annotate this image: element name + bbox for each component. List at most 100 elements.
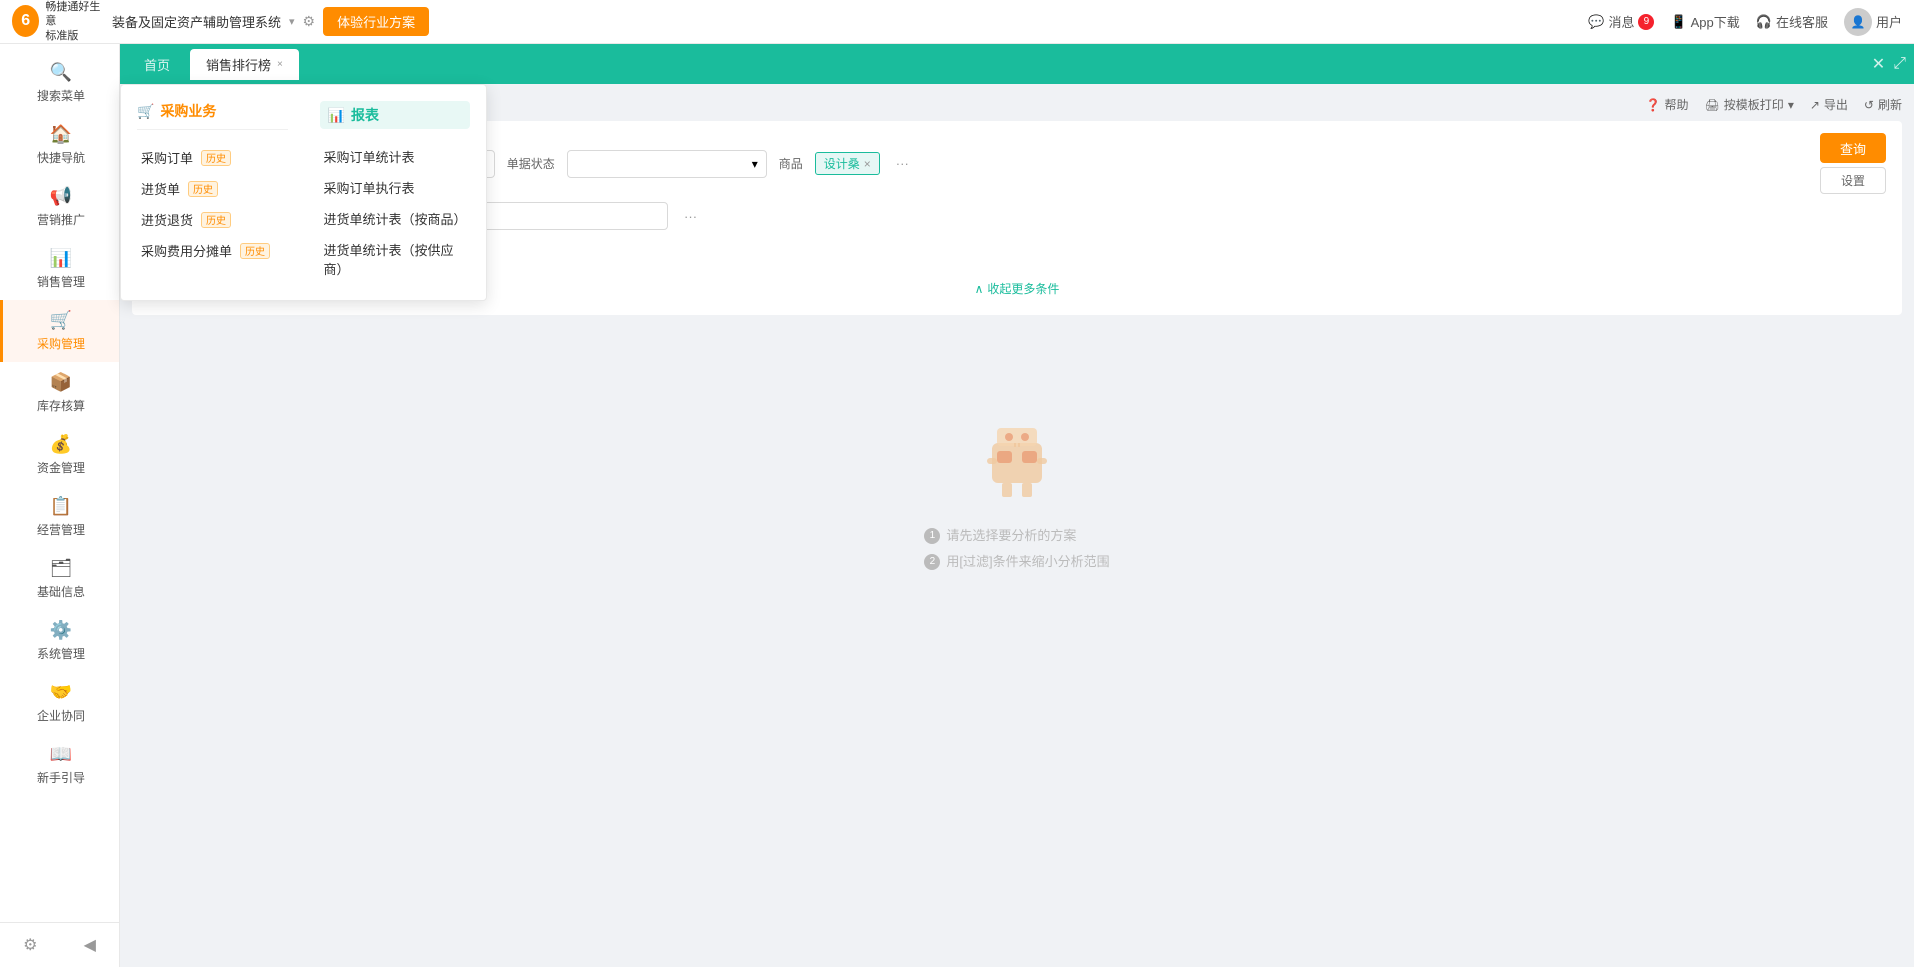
search-icon: 🔍 <box>50 62 72 83</box>
history-tag-0: 历史 <box>201 150 231 166</box>
tabbar: 首页 销售排行榜 × ✕ ⤢ <box>120 44 1914 84</box>
tab-sales-ranking[interactable]: 销售排行榜 × <box>190 49 299 80</box>
product-tag-close[interactable]: × <box>864 157 871 171</box>
message-icon: 💬 <box>1588 14 1604 30</box>
refresh-icon: ↺ <box>1864 98 1874 112</box>
menu-item-incoming[interactable]: 进货单 历史 <box>137 173 288 204</box>
menu-item-purchase-order[interactable]: 采购订单 历史 <box>137 142 288 173</box>
sidebar-bottom: ⚙ ◀ <box>0 922 119 967</box>
home-icon: 🏠 <box>50 124 72 145</box>
sales-icon: 📊 <box>50 248 72 269</box>
help-button[interactable]: ❓ 帮助 <box>1646 96 1689 113</box>
purchase-menu-section: 🛒 采购业务 采购订单 历史 进货单 历史 进货退货 历史 采购费用分摊单 历史 <box>137 101 288 284</box>
menu-item-incoming-by-supplier[interactable]: 进货单统计表（按供应商） <box>320 234 471 284</box>
sidebar-item-sales[interactable]: 📊 销售管理 <box>0 238 119 300</box>
report-menu-section: 📊 报表 采购订单统计表 采购订单执行表 进货单统计表（按商品） 进货单统计表（… <box>320 101 471 284</box>
step-num-1: 1 <box>924 528 940 544</box>
tabbar-actions: ✕ ⤢ <box>1872 54 1906 74</box>
query-actions: 查询 设置 <box>1820 133 1886 194</box>
system-dropdown-arrow[interactable]: ▾ <box>289 15 295 28</box>
menu-item-order-stats[interactable]: 采购订单统计表 <box>320 141 471 172</box>
logo-icon: 6 <box>12 5 39 37</box>
sidebar-item-basic[interactable]: 🗂 基础信息 <box>0 548 119 610</box>
export-button[interactable]: ↗ 导出 <box>1810 96 1848 113</box>
enterprise-icon: 🤝 <box>50 682 72 703</box>
topbar: 6 畅捷通好生意 标准版 装备及固定资产辅助管理系统 ▾ ⚙ 体验行业方案 💬 … <box>0 0 1914 44</box>
product-tag: 设计桑 × <box>815 152 880 175</box>
finance-icon: 💰 <box>50 434 72 455</box>
purchase-section-icon: 🛒 <box>137 103 154 120</box>
sidebar-item-enterprise[interactable]: 🤝 企业协同 <box>0 672 119 734</box>
online-service-button[interactable]: 🎧 在线客服 <box>1756 12 1828 31</box>
sidebar-item-finance[interactable]: 💰 资金管理 <box>0 424 119 486</box>
system-icon: ⚙️ <box>50 620 72 641</box>
system-gear-icon[interactable]: ⚙ <box>303 13 316 30</box>
menu-item-incoming-by-product[interactable]: 进货单统计表（按商品） <box>320 203 471 234</box>
collapse-icon: ∧ <box>975 282 984 296</box>
logo-text: 畅捷通好生意 标准版 <box>45 0 102 43</box>
user-menu[interactable]: 👤 用户 <box>1844 8 1902 36</box>
avatar-icon: 👤 <box>1851 15 1866 29</box>
guide-icon: 📖 <box>50 744 72 765</box>
help-icon: ❓ <box>1646 98 1661 112</box>
print-dropdown-icon: ▾ <box>1788 98 1794 112</box>
avatar: 👤 <box>1844 8 1872 36</box>
sidebar-item-purchase[interactable]: 🛒 采购管理 <box>0 300 119 362</box>
step-num-2: 2 <box>924 554 940 570</box>
empty-text: 1 请先选择要分析的方案 2 用[过滤]条件来缩小分析范围 <box>924 523 1109 575</box>
purchase-icon: 🛒 <box>50 310 72 331</box>
empty-step-1: 1 请先选择要分析的方案 <box>924 523 1109 549</box>
empty-svg <box>967 403 1067 503</box>
salesman-select[interactable] <box>468 202 668 230</box>
print-icon: 🖨 <box>1705 98 1720 112</box>
basic-icon: 🗂 <box>50 558 73 579</box>
sidebar-item-search[interactable]: 🔍 搜索菜单 <box>0 52 119 114</box>
message-badge: 9 <box>1638 14 1654 30</box>
menu-item-return[interactable]: 进货退货 历史 <box>137 204 288 235</box>
export-icon: ↗ <box>1810 98 1820 112</box>
sidebar-item-operations[interactable]: 📋 经营管理 <box>0 486 119 548</box>
query-button[interactable]: 查询 <box>1820 133 1886 163</box>
empty-illustration <box>967 403 1067 503</box>
inventory-icon: 📦 <box>50 372 72 393</box>
app-download-button[interactable]: 📱 App下载 <box>1670 12 1739 31</box>
status-select[interactable]: ▾ <box>567 150 767 178</box>
empty-step-2: 2 用[过滤]条件来缩小分析范围 <box>924 549 1109 575</box>
sidebar: 🔍 搜索菜单 🏠 快捷导航 📢 营销推广 📊 销售管理 🛒 采购管理 📦 库存核… <box>0 44 120 967</box>
history-tag-1: 历史 <box>188 181 218 197</box>
sidebar-item-system[interactable]: ⚙️ 系统管理 <box>0 610 119 672</box>
expand-window-icon[interactable]: ⤢ <box>1893 55 1906 73</box>
topbar-right: 💬 消息 9 📱 App下载 🎧 在线客服 👤 用户 <box>1588 8 1902 36</box>
status-label: 单据状态 <box>507 155 555 172</box>
tab-close-icon[interactable]: × <box>277 59 283 70</box>
headset-icon: 🎧 <box>1756 14 1772 30</box>
settings-bottom-icon[interactable]: ⚙ <box>23 935 37 955</box>
history-tag-3: 历史 <box>240 243 270 259</box>
purchase-section-title: 🛒 采购业务 <box>137 101 288 130</box>
operations-icon: 📋 <box>50 496 72 517</box>
sidebar-item-marketing[interactable]: 📢 营销推广 <box>0 176 119 238</box>
sidebar-item-inventory[interactable]: 📦 库存核算 <box>0 362 119 424</box>
product-label: 商品 <box>779 155 803 172</box>
tab-home[interactable]: 首页 <box>128 49 186 80</box>
marketing-icon: 📢 <box>50 186 72 207</box>
collapse-sidebar-icon[interactable]: ◀ <box>84 935 96 955</box>
settings-button[interactable]: 设置 <box>1820 167 1886 194</box>
menu-item-purchase-expense[interactable]: 采购费用分摊单 历史 <box>137 235 288 266</box>
product-more-dots[interactable]: ··· <box>896 156 909 171</box>
industry-button[interactable]: 体验行业方案 <box>323 7 429 36</box>
message-button[interactable]: 💬 消息 9 <box>1588 12 1654 31</box>
logo: 6 畅捷通好生意 标准版 <box>12 0 102 43</box>
report-section-icon: 📊 <box>328 107 345 124</box>
sidebar-item-guide[interactable]: 📖 新手引导 <box>0 734 119 796</box>
print-button[interactable]: 🖨 按模板打印 ▾ <box>1705 96 1794 113</box>
menu-item-order-exec[interactable]: 采购订单执行表 <box>320 172 471 203</box>
sidebar-item-navigate[interactable]: 🏠 快捷导航 <box>0 114 119 176</box>
status-select-arrow: ▾ <box>752 157 758 171</box>
refresh-button[interactable]: ↺ 刷新 <box>1864 96 1902 113</box>
salesman-more-dots[interactable]: ··· <box>684 209 697 224</box>
empty-state: 1 请先选择要分析的方案 2 用[过滤]条件来缩小分析范围 <box>132 323 1902 655</box>
close-window-icon[interactable]: ✕ <box>1872 54 1885 74</box>
system-info: 装备及固定资产辅助管理系统 ▾ ⚙ 体验行业方案 <box>112 7 1588 36</box>
history-tag-2: 历史 <box>201 212 231 228</box>
